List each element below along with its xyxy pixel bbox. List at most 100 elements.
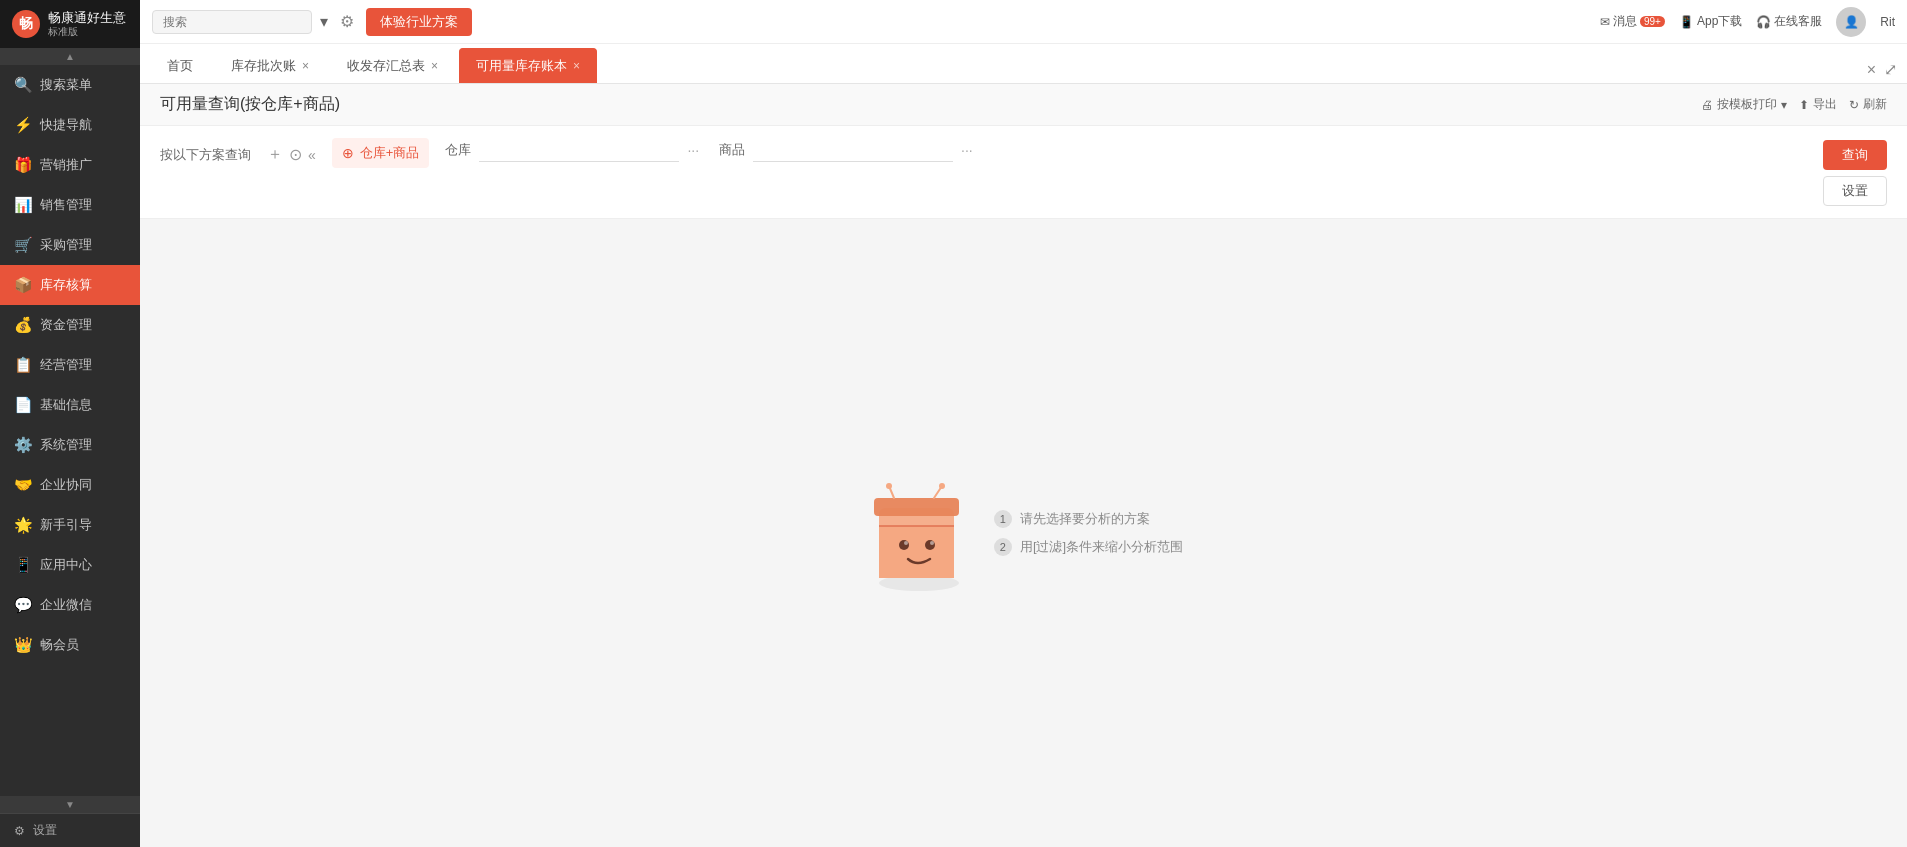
tab-available-ledger[interactable]: 可用量库存账本 ×: [459, 48, 597, 83]
sidebar-item-label: 经营管理: [40, 356, 92, 374]
config-scheme-icon[interactable]: ⊙: [289, 145, 302, 164]
hint-2-text: 用[过滤]条件来缩小分析范围: [1020, 538, 1183, 556]
filter-label: 按以下方案查询: [160, 138, 251, 164]
sidebar-item-app-center[interactable]: 📱 应用中心: [0, 545, 140, 585]
message-badge: 99+: [1640, 16, 1665, 27]
message-label: 消息: [1613, 13, 1637, 30]
page-header: 可用量查询(按仓库+商品) 🖨 按模板打印 ▾ ⬆ 导出 ↻ 刷新: [140, 84, 1907, 126]
settings-gear-icon[interactable]: ⚙: [340, 12, 354, 31]
filter-buttons: 查询 设置: [1823, 138, 1887, 206]
message-button[interactable]: ✉ 消息 99+: [1600, 13, 1665, 30]
query-button[interactable]: 查询: [1823, 140, 1887, 170]
filter-collapse-icon[interactable]: «: [308, 147, 316, 163]
username[interactable]: Rit: [1880, 15, 1895, 29]
warehouse-input[interactable]: [479, 138, 679, 162]
main-area: ▾ ⚙ 体验行业方案 ✉ 消息 99+ 📱 App下载 🎧 在线客服 👤 Rit…: [140, 0, 1907, 847]
add-scheme-icon[interactable]: ＋: [267, 144, 283, 165]
sidebar-item-member[interactable]: 👑 畅会员: [0, 625, 140, 665]
marketing-icon: 🎁: [14, 156, 32, 174]
service-button[interactable]: 🎧 在线客服: [1756, 13, 1822, 30]
print-icon: 🖨: [1701, 98, 1713, 112]
svg-point-11: [886, 483, 892, 489]
print-label: 按模板打印: [1717, 96, 1777, 113]
search-icon: 🔍: [14, 76, 32, 94]
settings-icon: ⚙: [14, 824, 25, 838]
print-button[interactable]: 🖨 按模板打印 ▾: [1701, 96, 1787, 113]
sidebar-item-label: 新手引导: [40, 516, 92, 534]
sidebar-item-label: 采购管理: [40, 236, 92, 254]
filter-field-goods: 商品 ···: [719, 138, 973, 162]
page-header-actions: 🖨 按模板打印 ▾ ⬆ 导出 ↻ 刷新: [1701, 96, 1887, 113]
sidebar-item-sales[interactable]: 📊 销售管理: [0, 185, 140, 225]
sidebar-bottom[interactable]: ⚙ 设置: [0, 813, 140, 847]
tabs-bar: 首页 库存批次账 × 收发存汇总表 × 可用量库存账本 × × ⤢: [140, 44, 1907, 84]
tab-close-all-button[interactable]: ×: [1867, 61, 1876, 79]
filter-area: 按以下方案查询 ＋ ⊙ « ⊕ 仓库+商品 仓库 ··· 商品: [140, 126, 1907, 219]
goods-more-icon[interactable]: ···: [961, 142, 973, 158]
scheme-label: 仓库+商品: [360, 144, 420, 162]
basic-info-icon: 📄: [14, 396, 32, 414]
goods-input[interactable]: [753, 138, 953, 162]
tab-available-ledger-label: 可用量库存账本: [476, 57, 567, 75]
tab-expand-button[interactable]: ⤢: [1884, 60, 1897, 79]
app-logo: 畅 畅康通好生意 标准版: [0, 0, 140, 48]
trial-button[interactable]: 体验行业方案: [366, 8, 472, 36]
sidebar-item-purchase[interactable]: 🛒 采购管理: [0, 225, 140, 265]
sidebar-item-marketing[interactable]: 🎁 营销推广: [0, 145, 140, 185]
sidebar-item-label: 畅会员: [40, 636, 79, 654]
sidebar-item-inventory[interactable]: 📦 库存核算: [0, 265, 140, 305]
logo-icon: 畅: [12, 10, 40, 38]
app-download-label: App下载: [1697, 13, 1742, 30]
goods-label: 商品: [719, 141, 745, 159]
sidebar-item-guide[interactable]: 🌟 新手引导: [0, 505, 140, 545]
refresh-button[interactable]: ↻ 刷新: [1849, 96, 1887, 113]
sidebar-item-finance[interactable]: 💰 资金管理: [0, 305, 140, 345]
dropdown-icon[interactable]: ▾: [320, 12, 328, 31]
sidebar-item-label: 资金管理: [40, 316, 92, 334]
tab-batch-accounts-close[interactable]: ×: [302, 59, 309, 73]
tab-home[interactable]: 首页: [150, 48, 210, 83]
tab-collect-summary[interactable]: 收发存汇总表 ×: [330, 48, 455, 83]
guide-icon: 🌟: [14, 516, 32, 534]
sidebar-scroll-up[interactable]: ▲: [0, 48, 140, 65]
warehouse-label: 仓库: [445, 141, 471, 159]
sidebar-item-search[interactable]: 🔍 搜索菜单: [0, 65, 140, 105]
export-label: 导出: [1813, 96, 1837, 113]
sidebar-item-wechat[interactable]: 💬 企业微信: [0, 585, 140, 625]
print-dropdown-icon: ▾: [1781, 98, 1787, 112]
svg-rect-3: [879, 526, 954, 578]
message-icon: ✉: [1600, 15, 1610, 29]
tab-collect-summary-close[interactable]: ×: [431, 59, 438, 73]
member-icon: 👑: [14, 636, 32, 654]
warehouse-more-icon[interactable]: ···: [687, 142, 699, 158]
shortcut-icon: ⚡: [14, 116, 32, 134]
svg-point-12: [939, 483, 945, 489]
inventory-icon: 📦: [14, 276, 32, 294]
search-input[interactable]: [152, 10, 312, 34]
scheme-item-warehouse-goods[interactable]: ⊕ 仓库+商品: [332, 138, 430, 168]
empty-state: 1 请先选择要分析的方案 2 用[过滤]条件来缩小分析范围: [140, 219, 1907, 847]
tab-available-ledger-close[interactable]: ×: [573, 59, 580, 73]
hint-1-text: 请先选择要分析的方案: [1020, 510, 1150, 528]
filter-settings-button[interactable]: 设置: [1823, 176, 1887, 206]
enterprise-icon: 🤝: [14, 476, 32, 494]
svg-point-5: [899, 540, 909, 550]
sidebar-item-operations[interactable]: 📋 经营管理: [0, 345, 140, 385]
sidebar-item-label: 企业协同: [40, 476, 92, 494]
sidebar-item-label: 营销推广: [40, 156, 92, 174]
app-download-button[interactable]: 📱 App下载: [1679, 13, 1742, 30]
filter-field-warehouse: 仓库 ···: [445, 138, 699, 162]
sidebar-item-system[interactable]: ⚙️ 系统管理: [0, 425, 140, 465]
top-header: ▾ ⚙ 体验行业方案 ✉ 消息 99+ 📱 App下载 🎧 在线客服 👤 Rit: [140, 0, 1907, 44]
headset-icon: 🎧: [1756, 15, 1771, 29]
sidebar-scroll-down[interactable]: ▼: [0, 796, 140, 813]
sidebar-item-enterprise[interactable]: 🤝 企业协同: [0, 465, 140, 505]
sidebar-item-shortcut[interactable]: ⚡ 快捷导航: [0, 105, 140, 145]
export-button[interactable]: ⬆ 导出: [1799, 96, 1837, 113]
sidebar-item-basic-info[interactable]: 📄 基础信息: [0, 385, 140, 425]
empty-svg: [864, 483, 974, 593]
tab-batch-accounts[interactable]: 库存批次账 ×: [214, 48, 326, 83]
svg-point-7: [904, 541, 908, 545]
empty-hint-1: 1 请先选择要分析的方案: [994, 510, 1183, 528]
sidebar-item-label: 快捷导航: [40, 116, 92, 134]
